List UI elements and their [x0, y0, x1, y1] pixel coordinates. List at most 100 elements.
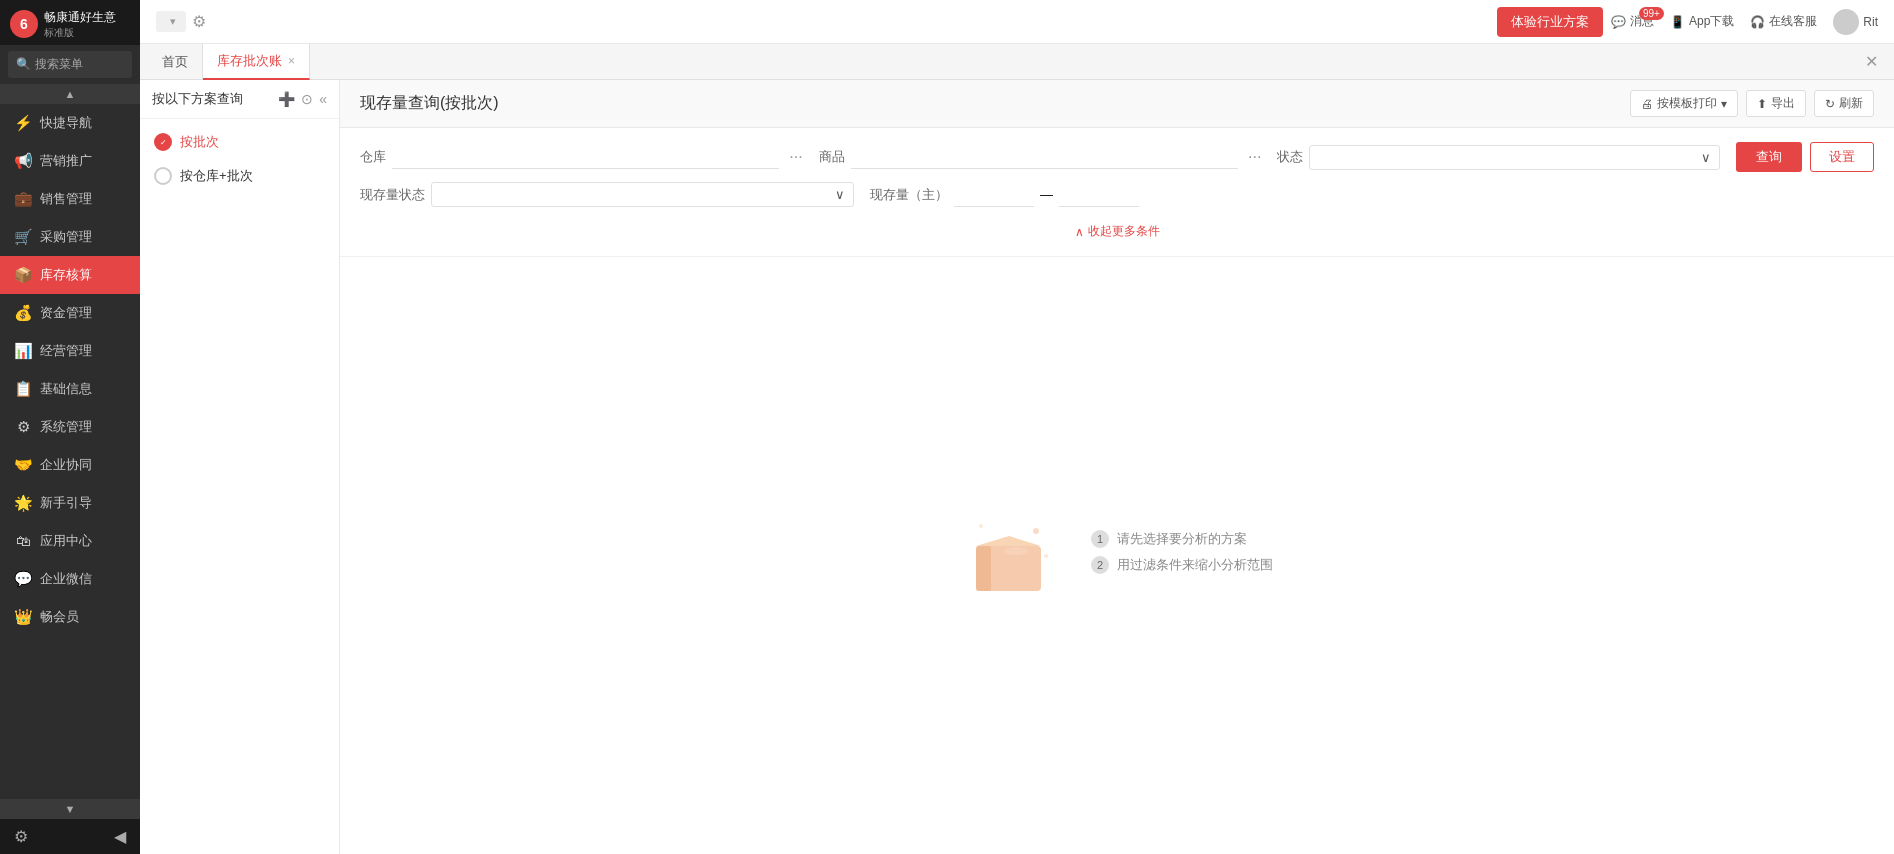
finance-icon: 💰	[14, 304, 32, 322]
topbar-right: 💬 消息 99+ 📱 App下载 🎧 在线客服 Rit	[1611, 9, 1878, 35]
system-icon: ⚙	[14, 418, 32, 436]
purchase-icon: 🛒	[14, 228, 32, 246]
sidebar-item-basic-info[interactable]: 📋 基础信息	[0, 370, 140, 408]
stock-qty-range: —	[954, 183, 1139, 207]
page-actions: 🖨 按模板打印 ▾ ⬆ 导出 ↻ 刷新	[1630, 90, 1874, 117]
range-dash: —	[1040, 187, 1053, 202]
operations-icon: 📊	[14, 342, 32, 360]
page-header: 现存量查询(按批次) 🖨 按模板打印 ▾ ⬆ 导出 ↻ 刷新	[340, 80, 1894, 128]
sidebar-item-operations[interactable]: 📊 经营管理	[0, 332, 140, 370]
online-service-item[interactable]: 🎧 在线客服	[1750, 13, 1817, 30]
message-item[interactable]: 💬 消息 99+	[1611, 13, 1654, 30]
status-filter: 状态 ∨	[1277, 145, 1720, 170]
stock-qty-filter: 现存量（主） —	[870, 183, 1364, 207]
sidebar-item-newbie[interactable]: 🌟 新手引导	[0, 484, 140, 522]
scheme-inactive-indicator	[154, 167, 172, 185]
trial-button[interactable]: 体验行业方案	[1497, 7, 1603, 37]
topbar: ▾ ⚙ 体验行业方案 💬 消息 99+ 📱 App下载 🎧 在线客服 Rit	[140, 0, 1894, 44]
goods-dots[interactable]: ···	[1248, 148, 1261, 166]
svg-marker-1	[976, 536, 1041, 546]
wechat-icon: 💬	[14, 570, 32, 588]
sidebar-bottom: ⚙ ◀	[0, 819, 140, 854]
status-select[interactable]: ∨	[1309, 145, 1720, 170]
search-icon: 🔍	[16, 57, 31, 71]
svg-point-5	[979, 524, 983, 528]
query-button[interactable]: 查询	[1736, 142, 1802, 172]
sidebar-item-quicknav[interactable]: ⚡ 快捷导航	[0, 104, 140, 142]
goods-input[interactable]	[851, 145, 1238, 169]
basic-info-icon: 📋	[14, 380, 32, 398]
topbar-chevron-icon: ▾	[170, 15, 176, 28]
collapse-more-conditions[interactable]: ∧ 收起更多条件	[360, 217, 1874, 246]
scheme-item-batch[interactable]: ✓ 按批次	[140, 125, 339, 159]
collapse-panel-icon[interactable]: «	[319, 91, 327, 107]
sidebar-item-finance[interactable]: 💰 资金管理	[0, 294, 140, 332]
newbie-icon: 🌟	[14, 494, 32, 512]
svg-point-4	[1033, 528, 1039, 534]
page-title: 现存量查询(按批次)	[360, 93, 499, 114]
sidebar-scroll-up[interactable]: ▲	[0, 84, 140, 104]
sidebar-item-purchase[interactable]: 🛒 采购管理	[0, 218, 140, 256]
sidebar-item-enterprise[interactable]: 🤝 企业协同	[0, 446, 140, 484]
filter-row-2: 现存量状态 ∨ 现存量（主） —	[360, 182, 1874, 207]
scheme-settings-icon[interactable]: ⊙	[301, 91, 313, 107]
sidebar-header: 6 畅康通好生意 标准版	[0, 0, 140, 45]
quicknav-icon: ⚡	[14, 114, 32, 132]
sidebar-item-appstore[interactable]: 🛍 应用中心	[0, 522, 140, 560]
tab-close-icon[interactable]: ×	[288, 54, 295, 68]
left-panel-header-icons: ➕ ⊙ «	[278, 91, 327, 107]
sidebar: 6 畅康通好生意 标准版 🔍 搜索菜单 ▲ ⚡ 快捷导航 📢 营销推广 💼 销售…	[0, 0, 140, 854]
sidebar-item-inventory[interactable]: 📦 库存核算	[0, 256, 140, 294]
marketing-icon: 📢	[14, 152, 32, 170]
user-avatar-item[interactable]: Rit	[1833, 9, 1878, 35]
sidebar-collapse-icon[interactable]: ◀	[114, 827, 126, 846]
tab-bar: 首页 库存批次账 × ✕	[140, 44, 1894, 80]
refresh-icon: ↻	[1825, 97, 1835, 111]
filter-area: 仓库 ··· 商品 ··· 状态 ∨	[340, 128, 1894, 257]
warehouse-filter: 仓库 ···	[360, 145, 803, 169]
member-icon: 👑	[14, 608, 32, 626]
refresh-button[interactable]: ↻ 刷新	[1814, 90, 1874, 117]
add-scheme-icon[interactable]: ➕	[278, 91, 295, 107]
print-button[interactable]: 🖨 按模板打印 ▾	[1630, 90, 1738, 117]
print-icon: 🖨	[1641, 97, 1653, 111]
scheme-item-warehouse-batch[interactable]: 按仓库+批次	[140, 159, 339, 193]
sidebar-item-system[interactable]: ⚙ 系统管理	[0, 408, 140, 446]
app-download-item[interactable]: 📱 App下载	[1670, 13, 1734, 30]
svg-point-6	[1044, 554, 1048, 558]
topbar-path[interactable]: ▾	[156, 11, 186, 32]
sidebar-item-member[interactable]: 👑 畅会员	[0, 598, 140, 636]
stock-status-chevron-icon: ∨	[835, 187, 845, 202]
sidebar-scroll-down[interactable]: ▼	[0, 799, 140, 819]
right-panel: 现存量查询(按批次) 🖨 按模板打印 ▾ ⬆ 导出 ↻ 刷新	[340, 80, 1894, 854]
stock-qty-min-input[interactable]	[954, 183, 1034, 207]
topbar-nav: ▾ ⚙	[156, 11, 1489, 32]
app-brand: 畅康通好生意 标准版	[44, 10, 116, 39]
empty-text: 1 请先选择要分析的方案 2 用过滤条件来缩小分析范围	[1091, 530, 1273, 582]
stock-status-select[interactable]: ∨	[431, 182, 854, 207]
inventory-icon: 📦	[14, 266, 32, 284]
sales-icon: 💼	[14, 190, 32, 208]
sidebar-item-sales[interactable]: 💼 销售管理	[0, 180, 140, 218]
sidebar-item-wechat[interactable]: 💬 企业微信	[0, 560, 140, 598]
warehouse-input[interactable]	[392, 145, 779, 169]
main-area: ▾ ⚙ 体验行业方案 💬 消息 99+ 📱 App下载 🎧 在线客服 Rit	[140, 0, 1894, 854]
settings-button[interactable]: 设置	[1810, 142, 1874, 172]
empty-state: 1 请先选择要分析的方案 2 用过滤条件来缩小分析范围	[340, 257, 1894, 854]
collapse-chevron-icon: ∧	[1075, 225, 1084, 239]
sidebar-settings-icon[interactable]: ⚙	[14, 827, 28, 846]
message-badge: 99+	[1639, 7, 1664, 20]
topbar-gear-icon[interactable]: ⚙	[192, 12, 206, 31]
empty-step-2: 2 用过滤条件来缩小分析范围	[1091, 556, 1273, 574]
tab-home[interactable]: 首页	[148, 44, 203, 80]
panel-close-icon[interactable]: ✕	[1857, 52, 1886, 71]
search-menu-item[interactable]: 🔍 搜索菜单	[8, 51, 132, 78]
scheme-active-indicator: ✓	[154, 133, 172, 151]
empty-step-1: 1 请先选择要分析的方案	[1091, 530, 1273, 548]
status-chevron-icon: ∨	[1701, 150, 1711, 165]
warehouse-dots[interactable]: ···	[789, 148, 802, 166]
tab-inventory-batch[interactable]: 库存批次账 ×	[203, 44, 310, 80]
stock-qty-max-input[interactable]	[1059, 183, 1139, 207]
export-button[interactable]: ⬆ 导出	[1746, 90, 1806, 117]
sidebar-item-marketing[interactable]: 📢 营销推广	[0, 142, 140, 180]
